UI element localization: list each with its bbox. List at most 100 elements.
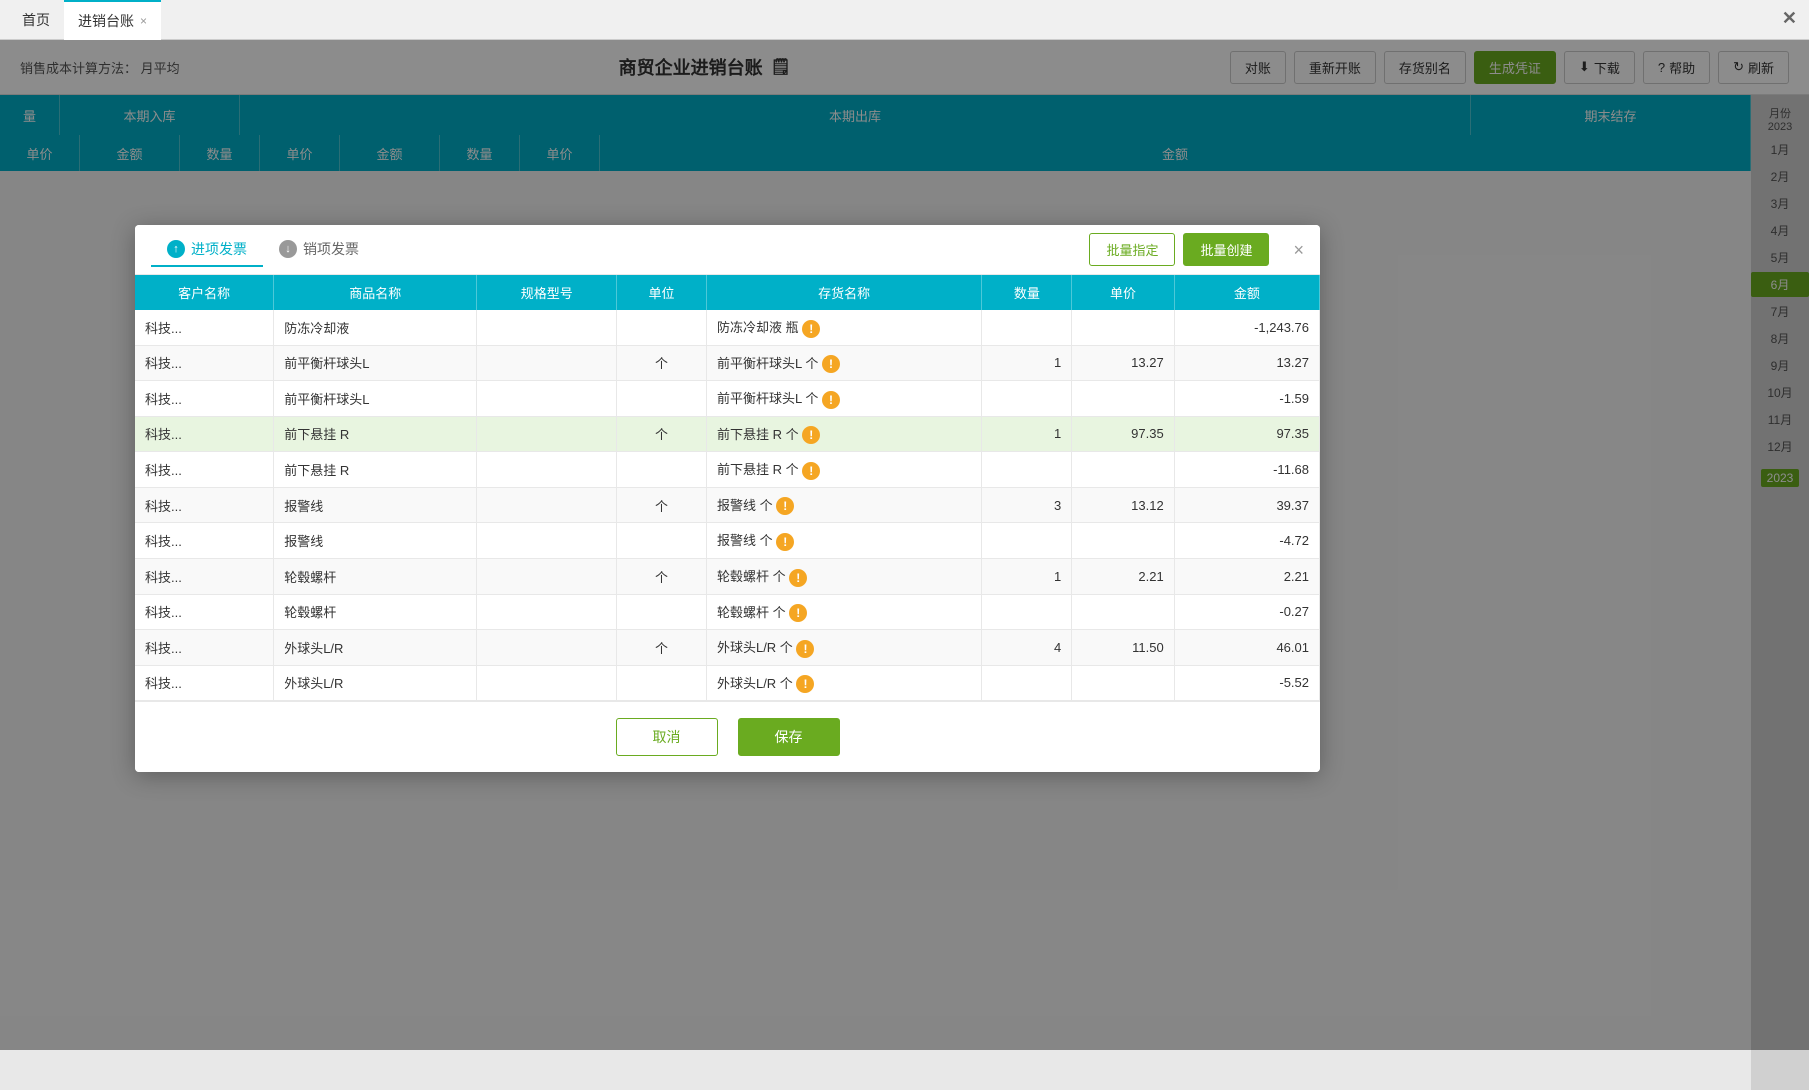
table-cell-7-6: 2.21 <box>1072 558 1174 594</box>
table-cell-1-2 <box>477 345 617 381</box>
table-row: 科技...轮毂螺杆个轮毂螺杆 个 !12.212.21 <box>135 558 1320 594</box>
table-cell-10-2 <box>477 665 617 701</box>
table-cell-7-3: 个 <box>617 558 707 594</box>
batch-assign-button[interactable]: 批量指定 <box>1089 233 1175 266</box>
table-cell-8-2 <box>477 594 617 630</box>
table-cell-5-4: 报警线 个 ! <box>706 487 981 523</box>
table-cell-8-6 <box>1072 594 1174 630</box>
table-cell-9-2 <box>477 630 617 666</box>
table-cell-10-3 <box>617 665 707 701</box>
modal-close-button[interactable]: × <box>1293 241 1304 259</box>
table-cell-5-2 <box>477 487 617 523</box>
col-header-unit-price: 单价 <box>1072 275 1174 310</box>
table-cell-2-6 <box>1072 381 1174 417</box>
table-cell-4-0: 科技... <box>135 452 274 488</box>
warning-icon: ! <box>802 320 820 338</box>
save-button[interactable]: 保存 <box>738 718 840 756</box>
table-cell-6-2 <box>477 523 617 559</box>
warning-icon: ! <box>789 604 807 622</box>
table-cell-7-5: 1 <box>982 558 1072 594</box>
table-cell-0-3 <box>617 310 707 345</box>
table-cell-0-5 <box>982 310 1072 345</box>
table-cell-5-0: 科技... <box>135 487 274 523</box>
table-cell-1-5: 1 <box>982 345 1072 381</box>
main-content: 销售成本计算方法： 月平均 商贸企业进销台账 🗒 对账 重新开账 存货别名 生成… <box>0 40 1809 1050</box>
table-row: 科技...防冻冷却液防冻冷却液 瓶 !-1,243.76 <box>135 310 1320 345</box>
table-cell-0-7: -1,243.76 <box>1174 310 1319 345</box>
table-cell-5-3: 个 <box>617 487 707 523</box>
warning-icon: ! <box>796 675 814 693</box>
table-cell-9-4: 外球头L/R 个 ! <box>706 630 981 666</box>
table-cell-6-1: 报警线 <box>274 523 477 559</box>
table-cell-0-0: 科技... <box>135 310 274 345</box>
col-header-qty: 数量 <box>982 275 1072 310</box>
table-row: 科技...外球头L/R个外球头L/R 个 !411.5046.01 <box>135 630 1320 666</box>
tab-income-invoice[interactable]: ↑ 进项发票 <box>151 233 263 267</box>
modal-header-actions: 批量指定 批量创建 × <box>1089 233 1304 266</box>
batch-create-button[interactable]: 批量创建 <box>1183 233 1269 266</box>
col-header-amount: 金额 <box>1174 275 1319 310</box>
table-cell-10-4: 外球头L/R 个 ! <box>706 665 981 701</box>
warning-icon: ! <box>822 355 840 373</box>
warning-icon: ! <box>802 426 820 444</box>
tab-home[interactable]: 首页 <box>8 0 64 40</box>
table-cell-0-6 <box>1072 310 1174 345</box>
tab-ledger-close[interactable]: × <box>140 14 147 28</box>
table-cell-5-1: 报警线 <box>274 487 477 523</box>
table-cell-1-0: 科技... <box>135 345 274 381</box>
table-cell-3-0: 科技... <box>135 416 274 452</box>
table-cell-6-4: 报警线 个 ! <box>706 523 981 559</box>
col-header-product: 商品名称 <box>274 275 477 310</box>
table-row: 科技...报警线报警线 个 !-4.72 <box>135 523 1320 559</box>
table-cell-5-6: 13.12 <box>1072 487 1174 523</box>
income-tab-icon: ↑ <box>167 240 185 258</box>
tab-sales-invoice[interactable]: ↓ 销项发票 <box>263 233 375 267</box>
table-cell-7-7: 2.21 <box>1174 558 1319 594</box>
modal-tabs: ↑ 进项发票 ↓ 销项发票 <box>151 233 375 266</box>
tab-ledger-label: 进销台账 <box>78 11 134 31</box>
table-cell-7-0: 科技... <box>135 558 274 594</box>
table-cell-10-7: -5.52 <box>1174 665 1319 701</box>
table-cell-10-5 <box>982 665 1072 701</box>
table-cell-6-0: 科技... <box>135 523 274 559</box>
table-cell-2-0: 科技... <box>135 381 274 417</box>
table-cell-10-6 <box>1072 665 1174 701</box>
table-header-row: 客户名称 商品名称 规格型号 单位 存货名称 数量 单价 金额 <box>135 275 1320 310</box>
table-cell-5-5: 3 <box>982 487 1072 523</box>
warning-icon: ! <box>776 533 794 551</box>
table-cell-1-4: 前平衡杆球头L 个 ! <box>706 345 981 381</box>
warning-icon: ! <box>789 569 807 587</box>
table-cell-8-5 <box>982 594 1072 630</box>
table-cell-3-4: 前下悬挂 R 个 ! <box>706 416 981 452</box>
table-cell-4-6 <box>1072 452 1174 488</box>
table-cell-4-2 <box>477 452 617 488</box>
table-cell-7-4: 轮毂螺杆 个 ! <box>706 558 981 594</box>
table-cell-9-3: 个 <box>617 630 707 666</box>
table-cell-9-7: 46.01 <box>1174 630 1319 666</box>
table-cell-2-1: 前平衡杆球头L <box>274 381 477 417</box>
table-cell-2-3 <box>617 381 707 417</box>
tab-bar: 首页 进销台账 × ✕ <box>0 0 1809 40</box>
table-cell-8-0: 科技... <box>135 594 274 630</box>
window-close-button[interactable]: ✕ <box>1782 8 1797 29</box>
tab-ledger[interactable]: 进销台账 × <box>64 0 161 40</box>
table-cell-1-3: 个 <box>617 345 707 381</box>
modal-table-container: 客户名称 商品名称 规格型号 单位 存货名称 数量 单价 金额 科技...防冻冷… <box>135 275 1320 701</box>
table-cell-8-7: -0.27 <box>1174 594 1319 630</box>
cancel-button[interactable]: 取消 <box>616 718 718 756</box>
sales-tab-label: 销项发票 <box>303 239 359 259</box>
table-row: 科技...前下悬挂 R前下悬挂 R 个 !-11.68 <box>135 452 1320 488</box>
table-cell-6-5 <box>982 523 1072 559</box>
table-cell-8-3 <box>617 594 707 630</box>
invoice-table: 客户名称 商品名称 规格型号 单位 存货名称 数量 单价 金额 科技...防冻冷… <box>135 275 1320 701</box>
table-cell-4-5 <box>982 452 1072 488</box>
table-cell-8-1: 轮毂螺杆 <box>274 594 477 630</box>
sales-tab-icon: ↓ <box>279 240 297 258</box>
table-row: 科技...前平衡杆球头L个前平衡杆球头L 个 !113.2713.27 <box>135 345 1320 381</box>
table-cell-3-2 <box>477 416 617 452</box>
table-cell-1-1: 前平衡杆球头L <box>274 345 477 381</box>
table-cell-7-2 <box>477 558 617 594</box>
table-cell-4-3 <box>617 452 707 488</box>
col-header-unit: 单位 <box>617 275 707 310</box>
table-row: 科技...前平衡杆球头L前平衡杆球头L 个 !-1.59 <box>135 381 1320 417</box>
